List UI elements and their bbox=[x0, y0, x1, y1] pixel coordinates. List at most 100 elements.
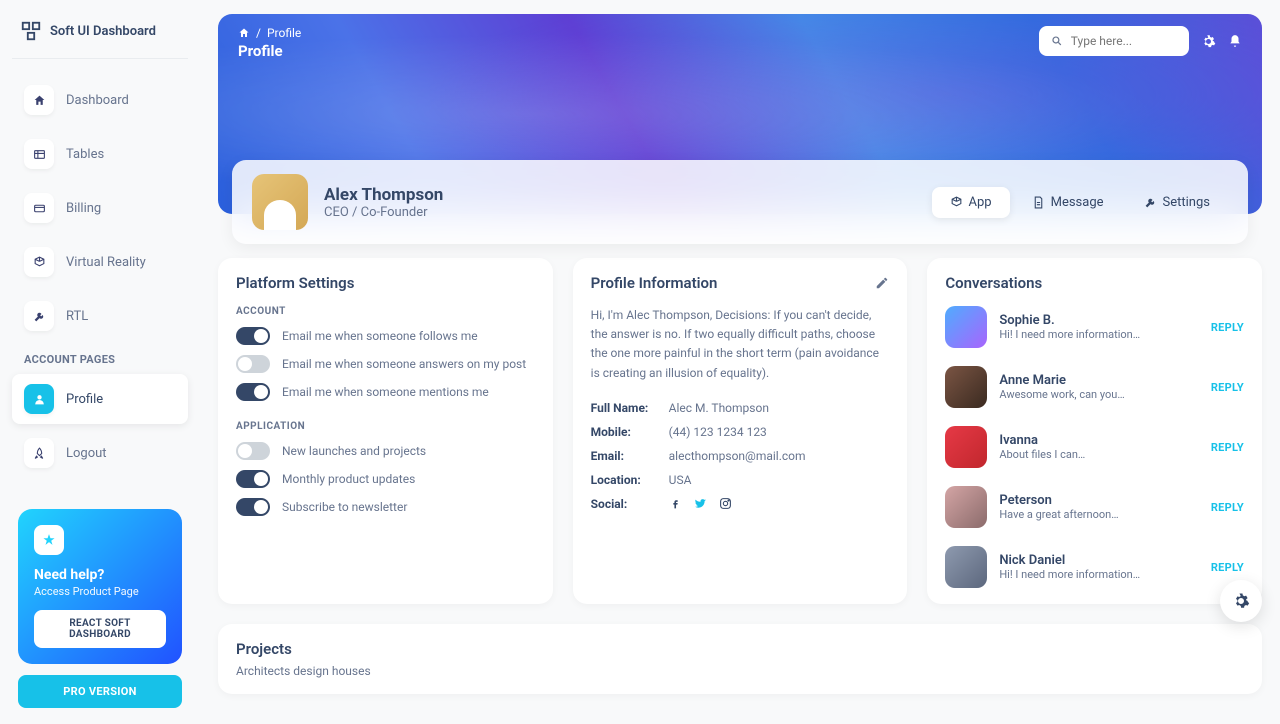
profile-bar: Alex Thompson CEO / Co-Founder App Messa… bbox=[232, 160, 1248, 244]
application-subhead: APPLICATION bbox=[236, 421, 535, 432]
help-sub: Access Product Page bbox=[34, 585, 166, 598]
reply-button[interactable]: REPLY bbox=[1211, 441, 1244, 454]
help-button[interactable]: REACT SOFT DASHBOARD bbox=[34, 610, 166, 648]
doc-icon bbox=[1032, 196, 1045, 209]
setting-label: Email me when someone follows me bbox=[282, 329, 478, 343]
reply-button[interactable]: REPLY bbox=[1211, 561, 1244, 574]
conversation-msg: About files I can… bbox=[999, 448, 1085, 461]
nav-label: Logout bbox=[66, 446, 176, 461]
conversation-item: Sophie B. Hi! I need more information… R… bbox=[945, 306, 1244, 348]
breadcrumb-current: Profile bbox=[267, 26, 301, 40]
gear-icon[interactable] bbox=[1201, 34, 1216, 49]
rocket-icon bbox=[24, 438, 54, 468]
sidebar-item-tables[interactable]: Tables bbox=[12, 129, 188, 179]
card-icon bbox=[24, 193, 54, 223]
tools-icon bbox=[24, 301, 54, 331]
toggle[interactable] bbox=[236, 498, 270, 516]
sidebar-item-dashboard[interactable]: Dashboard bbox=[12, 75, 188, 125]
instagram-icon[interactable] bbox=[719, 497, 732, 511]
conversation-item: Nick Daniel Hi! I need more information…… bbox=[945, 546, 1244, 588]
profile-bio: Hi, I'm Alec Thompson, Decisions: If you… bbox=[591, 306, 890, 383]
profile-info-card: Profile Information Hi, I'm Alec Thompso… bbox=[573, 258, 908, 604]
mobile-value: (44) 123 1234 123 bbox=[669, 425, 767, 439]
projects-sub: Architects design houses bbox=[236, 664, 1244, 678]
sidebar-item-rtl[interactable]: RTL bbox=[12, 291, 188, 341]
sidebar-item-profile[interactable]: Profile bbox=[12, 374, 188, 424]
avatar bbox=[252, 174, 308, 230]
platform-title: Platform Settings bbox=[236, 274, 535, 292]
search-icon bbox=[1051, 34, 1063, 48]
conversation-name: Ivanna bbox=[999, 433, 1085, 448]
bell-icon[interactable] bbox=[1228, 34, 1242, 48]
nav-label: Billing bbox=[66, 201, 176, 216]
tab-settings[interactable]: Settings bbox=[1126, 187, 1228, 218]
toggle[interactable] bbox=[236, 442, 270, 460]
setting-label: Email me when someone mentions me bbox=[282, 385, 489, 399]
setting-row: Email me when someone mentions me bbox=[236, 383, 535, 401]
edit-icon[interactable] bbox=[875, 276, 889, 290]
avatar bbox=[945, 306, 987, 348]
cube-icon bbox=[950, 196, 963, 209]
conversation-msg: Hi! I need more information… bbox=[999, 568, 1140, 581]
conversations-title: Conversations bbox=[945, 274, 1244, 292]
main: / Profile Profile bbox=[200, 0, 1280, 724]
user-role: CEO / Co-Founder bbox=[324, 205, 443, 220]
reply-button[interactable]: REPLY bbox=[1211, 321, 1244, 334]
page-title: Profile bbox=[238, 42, 301, 60]
email-value: alecthompson@mail.com bbox=[669, 449, 806, 463]
user-name: Alex Thompson bbox=[324, 185, 443, 205]
brand: Soft UI Dashboard bbox=[12, 20, 188, 59]
twitter-icon[interactable] bbox=[694, 497, 707, 511]
tab-message[interactable]: Message bbox=[1014, 187, 1122, 218]
projects-card: Projects Architects design houses bbox=[218, 624, 1262, 694]
toggle[interactable] bbox=[236, 470, 270, 488]
conversation-name: Anne Marie bbox=[999, 373, 1124, 388]
conversation-item: Anne Marie Awesome work, can you… REPLY bbox=[945, 366, 1244, 408]
toggle[interactable] bbox=[236, 327, 270, 345]
full-name-value: Alec M. Thompson bbox=[669, 401, 769, 415]
brand-label: Soft UI Dashboard bbox=[50, 24, 156, 39]
avatar bbox=[945, 366, 987, 408]
reply-button[interactable]: REPLY bbox=[1211, 381, 1244, 394]
help-title: Need help? bbox=[34, 567, 166, 583]
conversation-msg: Hi! I need more information… bbox=[999, 328, 1140, 341]
sidebar-item-logout[interactable]: Logout bbox=[12, 428, 188, 478]
conversations-card: Conversations Sophie B. Hi! I need more … bbox=[927, 258, 1262, 604]
search-input[interactable] bbox=[1071, 34, 1177, 48]
cube-icon bbox=[24, 247, 54, 277]
reply-button[interactable]: REPLY bbox=[1211, 501, 1244, 514]
user-icon bbox=[24, 384, 54, 414]
conversation-msg: Have a great afternoon… bbox=[999, 508, 1118, 521]
tools-icon bbox=[1144, 196, 1157, 209]
header-card: / Profile Profile bbox=[218, 14, 1262, 214]
pro-version-button[interactable]: PRO VERSION bbox=[18, 675, 182, 708]
location-value: USA bbox=[669, 473, 692, 487]
setting-label: Monthly product updates bbox=[282, 472, 415, 486]
projects-title: Projects bbox=[236, 640, 1244, 658]
tab-app[interactable]: App bbox=[932, 187, 1010, 218]
sidebar-item-billing[interactable]: Billing bbox=[12, 183, 188, 233]
home-icon bbox=[24, 85, 54, 115]
nav-section-label: ACCOUNT PAGES bbox=[12, 345, 188, 374]
setting-row: Email me when someone answers on my post bbox=[236, 355, 535, 373]
search-box[interactable] bbox=[1039, 26, 1189, 56]
setting-label: New launches and projects bbox=[282, 444, 426, 458]
toggle[interactable] bbox=[236, 355, 270, 373]
nav-label: Profile bbox=[66, 392, 176, 407]
nav-label: RTL bbox=[66, 309, 176, 324]
sidebar-item-virtual-reality[interactable]: Virtual Reality bbox=[12, 237, 188, 287]
home-icon bbox=[238, 27, 250, 39]
account-subhead: ACCOUNT bbox=[236, 306, 535, 317]
settings-fab[interactable] bbox=[1220, 580, 1262, 622]
setting-row: New launches and projects bbox=[236, 442, 535, 460]
facebook-icon[interactable] bbox=[669, 497, 682, 511]
nav-label: Virtual Reality bbox=[66, 255, 176, 270]
nav-label: Tables bbox=[66, 147, 176, 162]
toggle[interactable] bbox=[236, 383, 270, 401]
setting-row: Subscribe to newsletter bbox=[236, 498, 535, 516]
breadcrumb: / Profile bbox=[238, 26, 301, 40]
sidebar: Soft UI Dashboard Dashboard Tables Billi… bbox=[0, 0, 200, 724]
brand-icon bbox=[20, 20, 42, 42]
profile-info-title: Profile Information bbox=[591, 274, 718, 292]
avatar bbox=[945, 486, 987, 528]
